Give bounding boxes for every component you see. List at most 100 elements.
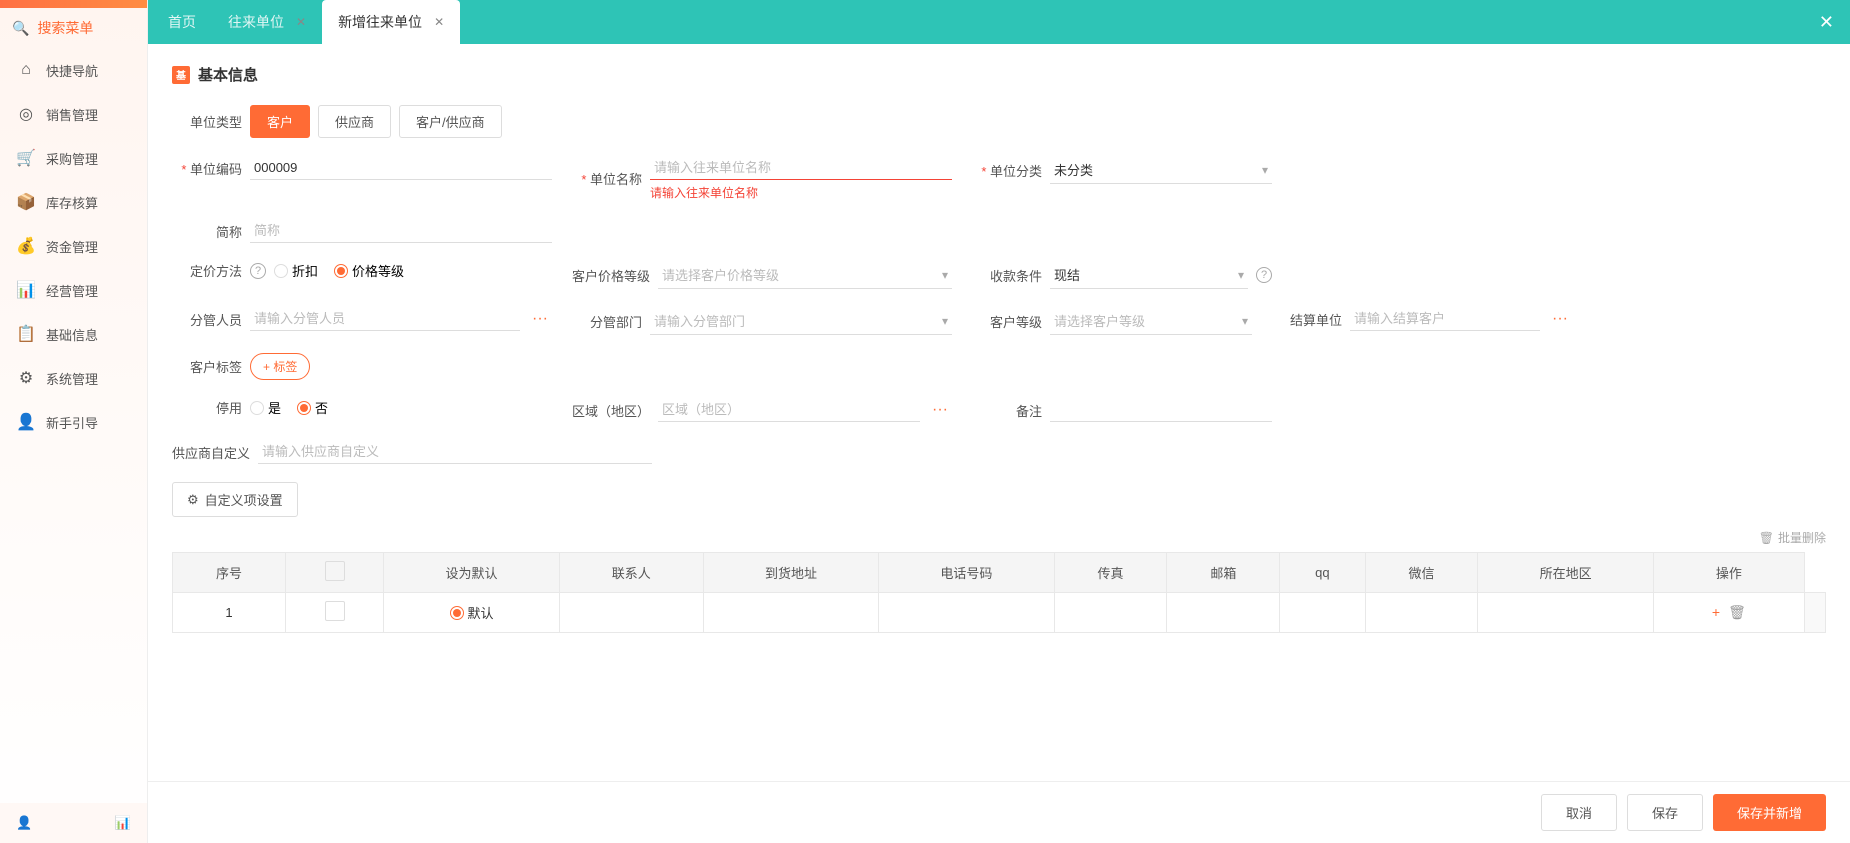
unit-category-select[interactable]: 未分类 ▾ bbox=[1050, 156, 1272, 184]
cell-电话号码 bbox=[879, 593, 1054, 633]
payment-terms-select[interactable]: 现结 ▾ bbox=[1050, 261, 1248, 289]
notes-group: 备注 bbox=[972, 398, 1272, 422]
save-button[interactable]: 保存 bbox=[1627, 794, 1703, 831]
tab-label-home: 首页 bbox=[168, 12, 196, 32]
customer-level-select[interactable]: 请选择客户等级 ▾ bbox=[1050, 307, 1252, 335]
cell-邮箱 bbox=[1167, 593, 1280, 633]
radio-outer-level bbox=[334, 264, 348, 278]
supplier-custom-row: 供应商自定义 bbox=[172, 440, 1826, 464]
settlement-more-btn[interactable]: ··· bbox=[1548, 310, 1572, 328]
tab-new-partner[interactable]: 新增往来单位✕ bbox=[322, 0, 460, 44]
add-row-button[interactable]: + bbox=[1708, 604, 1724, 620]
batch-delete-icon: 🗑 bbox=[1759, 531, 1774, 545]
unit-name-input[interactable] bbox=[650, 156, 952, 180]
sidebar-item-inventory[interactable]: 📦库存核算 bbox=[0, 180, 147, 224]
department-select[interactable]: 请输入分管部门 ▾ bbox=[650, 307, 952, 335]
disabled-no-label: 否 bbox=[315, 398, 328, 417]
sidebar-label-basic: 基础信息 bbox=[46, 325, 98, 344]
pricing-help-icon[interactable]: ? bbox=[250, 263, 266, 279]
sidebar-header bbox=[0, 0, 147, 8]
unit-name-label: 单位名称 bbox=[572, 169, 642, 188]
sidebar-item-quick-nav[interactable]: ⌂快捷导航 bbox=[0, 48, 147, 92]
sidebar-item-finance[interactable]: 💰资金管理 bbox=[0, 224, 147, 268]
customer-level-group: 客户等级 请选择客户等级 ▾ bbox=[972, 307, 1252, 335]
type-btn-customer[interactable]: 客户 bbox=[250, 105, 310, 138]
batch-delete-button[interactable]: 🗑 批量删除 bbox=[1759, 529, 1826, 546]
manager-label: 分管人员 bbox=[172, 310, 242, 329]
customer-price-level-select[interactable]: 请选择客户价格等级 ▾ bbox=[658, 261, 952, 289]
th-1 bbox=[285, 553, 383, 593]
sidebar-item-newbie[interactable]: 👤新手引导 bbox=[0, 400, 147, 444]
system-icon: ⚙ bbox=[16, 368, 36, 388]
delete-row-button[interactable]: 🗑 bbox=[1724, 604, 1750, 620]
tab-partners[interactable]: 往来单位✕ bbox=[212, 0, 322, 44]
add-tag-button[interactable]: + 标签 bbox=[250, 353, 310, 380]
unit-type-label: 单位类型 bbox=[172, 112, 242, 131]
sidebar-label-newbie: 新手引导 bbox=[46, 413, 98, 432]
manager-input[interactable] bbox=[250, 307, 520, 331]
sidebar-item-sales[interactable]: ◎销售管理 bbox=[0, 92, 147, 136]
customer-tag-row: 客户标签 + 标签 bbox=[172, 353, 1826, 380]
payment-terms-label: 收款条件 bbox=[972, 266, 1042, 285]
default-radio[interactable]: 默认 bbox=[394, 603, 548, 622]
th-4: 到货地址 bbox=[703, 553, 878, 593]
pricing-level-label: 价格等级 bbox=[352, 261, 404, 280]
row-checkbox[interactable] bbox=[325, 601, 345, 621]
pricing-radio-discount[interactable]: 折扣 bbox=[274, 261, 318, 280]
payment-terms-value: 现结 bbox=[1054, 265, 1234, 284]
cell-checkbox[interactable] bbox=[285, 593, 383, 633]
supplier-custom-label: 供应商自定义 bbox=[172, 443, 250, 462]
sidebar-item-basic[interactable]: 📋基础信息 bbox=[0, 312, 147, 356]
unit-code-name-row: 单位编码 单位名称 请输入往来单位名称 单位分类 未分类 ▾ bbox=[172, 156, 1826, 201]
th-6: 传真 bbox=[1054, 553, 1167, 593]
custom-settings-button[interactable]: ⚙ 自定义项设置 bbox=[172, 482, 298, 517]
custom-settings-label: 自定义项设置 bbox=[205, 490, 283, 509]
sidebar-items: ⌂快捷导航◎销售管理🛒采购管理📦库存核算💰资金管理📊经营管理📋基础信息⚙系统管理… bbox=[0, 48, 147, 444]
cell-default[interactable]: 默认 bbox=[384, 593, 559, 633]
customer-level-placeholder: 请选择客户等级 bbox=[1054, 311, 1238, 330]
tab-close-new-partner[interactable]: ✕ bbox=[434, 15, 444, 29]
manager-more-btn[interactable]: ··· bbox=[528, 310, 552, 328]
settlement-input[interactable] bbox=[1350, 307, 1540, 331]
short-name-input[interactable] bbox=[250, 219, 552, 243]
disabled-yes-radio[interactable]: 是 bbox=[250, 398, 281, 417]
disabled-no-radio[interactable]: 否 bbox=[297, 398, 328, 417]
tab-bar: 首页往来单位✕新增往来单位✕ ✕ bbox=[148, 0, 1850, 44]
cell-到货地址 bbox=[703, 593, 878, 633]
type-btn-both[interactable]: 客户/供应商 bbox=[399, 105, 502, 138]
sidebar-item-purchase[interactable]: 🛒采购管理 bbox=[0, 136, 147, 180]
window-close-button[interactable]: ✕ bbox=[1807, 12, 1846, 33]
sidebar-label-finance: 资金管理 bbox=[46, 237, 98, 256]
sidebar-search[interactable]: 🔍 搜索菜单 bbox=[0, 8, 147, 48]
batch-delete-label: 批量删除 bbox=[1778, 529, 1826, 546]
unit-category-value: 未分类 bbox=[1054, 160, 1258, 179]
region-more-btn[interactable]: ··· bbox=[928, 401, 952, 419]
chevron-down-icon3: ▾ bbox=[1238, 268, 1244, 282]
th-2: 设为默认 bbox=[384, 553, 559, 593]
cancel-button[interactable]: 取消 bbox=[1541, 794, 1617, 831]
save-and-new-button[interactable]: 保存并新增 bbox=[1713, 794, 1826, 831]
pricing-radio-level[interactable]: 价格等级 bbox=[334, 261, 404, 280]
department-placeholder: 请输入分管部门 bbox=[654, 311, 938, 330]
th-5: 电话号码 bbox=[879, 553, 1054, 593]
tab-close-partners[interactable]: ✕ bbox=[296, 15, 306, 29]
region-input[interactable] bbox=[658, 398, 920, 422]
customer-price-level-placeholder: 请选择客户价格等级 bbox=[662, 265, 938, 284]
type-btn-supplier[interactable]: 供应商 bbox=[318, 105, 391, 138]
sidebar: 🔍 搜索菜单 ⌂快捷导航◎销售管理🛒采购管理📦库存核算💰资金管理📊经营管理📋基础… bbox=[0, 0, 148, 843]
short-name-label: 简称 bbox=[172, 222, 242, 241]
section-title-text: 基本信息 bbox=[198, 64, 258, 85]
notes-input[interactable] bbox=[1050, 398, 1272, 422]
supplier-custom-input[interactable] bbox=[258, 440, 652, 464]
unit-type-group: 单位类型 客户供应商客户/供应商 bbox=[172, 105, 1826, 138]
select-all-checkbox[interactable] bbox=[325, 561, 345, 581]
unit-code-input[interactable] bbox=[250, 156, 552, 180]
unit-type-row: 单位类型 客户供应商客户/供应商 bbox=[172, 105, 1826, 138]
unit-name-error: 请输入往来单位名称 bbox=[650, 184, 952, 201]
chevron-down-icon: ▾ bbox=[1262, 163, 1268, 177]
payment-terms-help-icon[interactable]: ? bbox=[1256, 267, 1272, 283]
sidebar-item-operation[interactable]: 📊经营管理 bbox=[0, 268, 147, 312]
search-icon: 🔍 bbox=[12, 20, 29, 37]
sidebar-item-system[interactable]: ⚙系统管理 bbox=[0, 356, 147, 400]
tab-home[interactable]: 首页 bbox=[152, 0, 212, 44]
